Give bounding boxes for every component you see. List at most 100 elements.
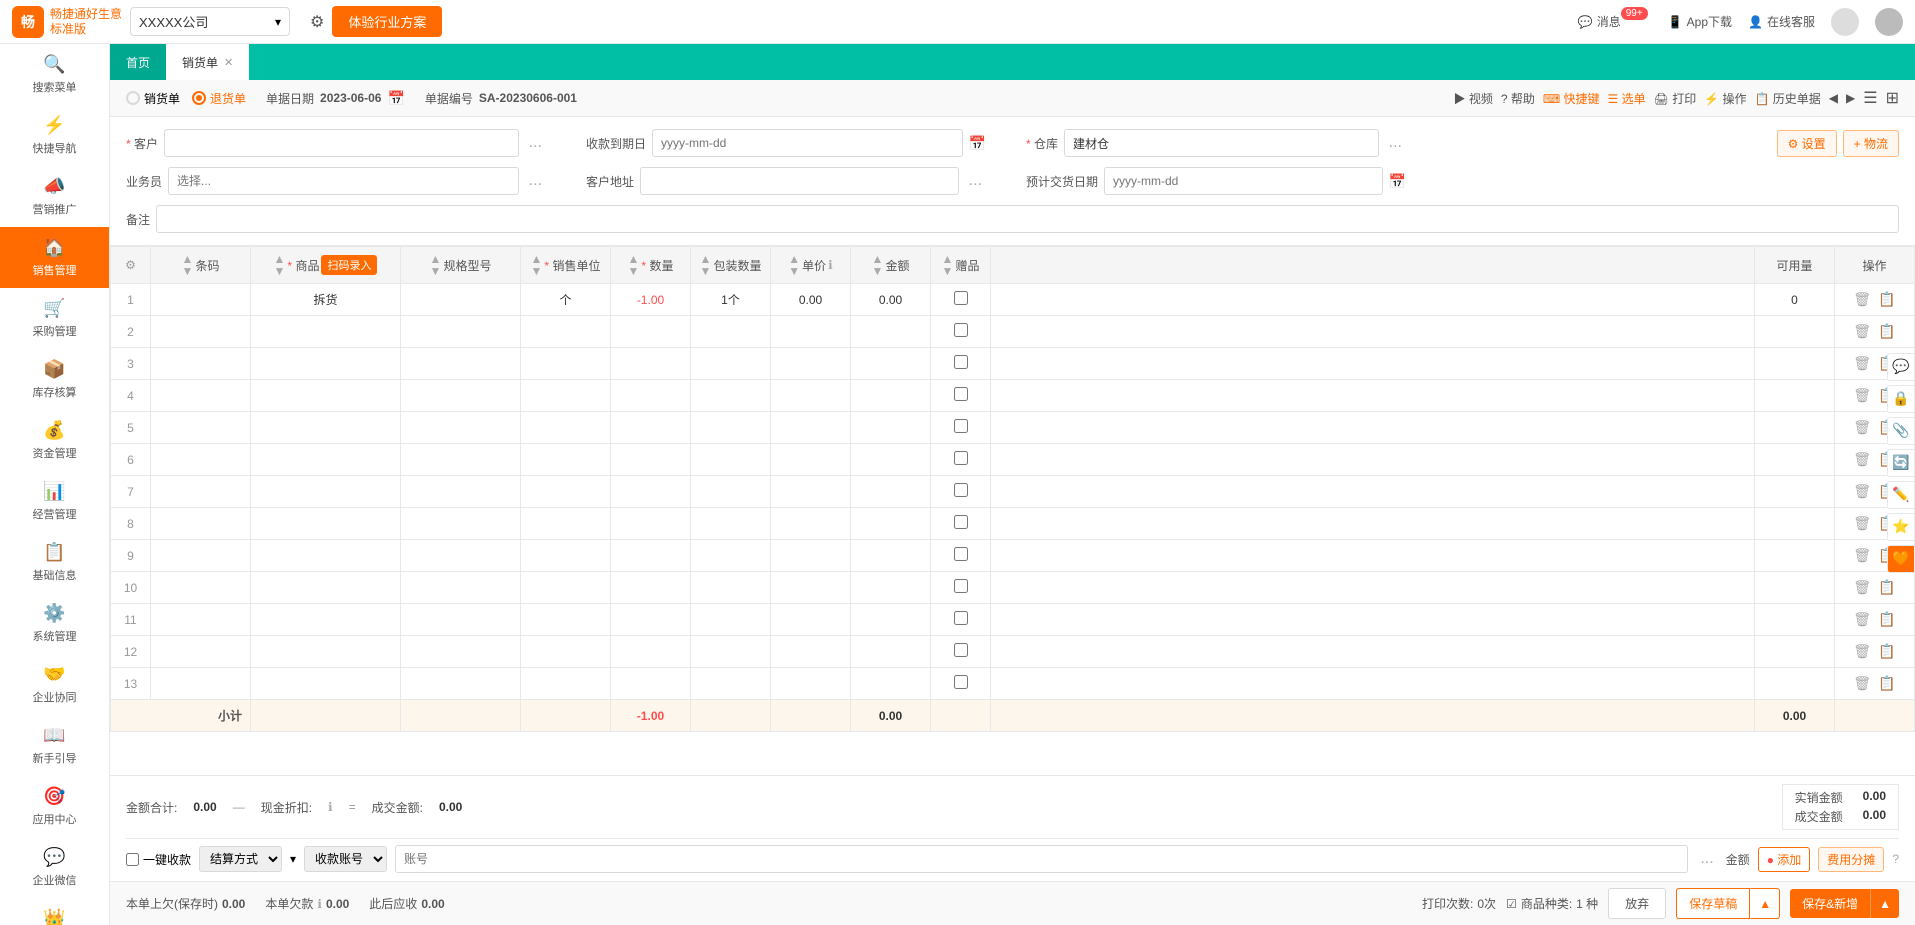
tab-home[interactable]: 首页 — [110, 44, 166, 80]
row-barcode[interactable] — [151, 508, 251, 540]
copy-row-btn[interactable]: 📋 — [1876, 291, 1897, 307]
row-qty[interactable] — [611, 476, 691, 508]
account-select[interactable]: 收款账号 — [304, 846, 387, 872]
row-gift[interactable] — [931, 380, 991, 412]
row-amount[interactable] — [851, 604, 931, 636]
setting-btn[interactable]: ⚙ 设置 — [1777, 130, 1837, 157]
save-new-arrow-btn[interactable]: ▲ — [1870, 889, 1899, 918]
trial-button[interactable]: 体验行业方案 — [332, 6, 442, 37]
row-unit[interactable] — [521, 476, 611, 508]
delivery-date-input[interactable] — [1104, 167, 1383, 195]
row-price[interactable] — [771, 636, 851, 668]
row-pkg-qty[interactable] — [691, 380, 771, 412]
one-click-payment[interactable]: 一键收款 — [126, 851, 191, 868]
row-pkg-qty[interactable] — [691, 316, 771, 348]
row-pkg-qty[interactable] — [691, 668, 771, 700]
row-unit[interactable] — [521, 316, 611, 348]
row-amount[interactable] — [851, 444, 931, 476]
sidebar-item-newbie[interactable]: 📖 新手引导 — [0, 715, 109, 776]
row-qty[interactable] — [611, 668, 691, 700]
row-amount[interactable] — [851, 508, 931, 540]
app-download-btn[interactable]: 📱 App下载 — [1668, 13, 1732, 30]
sidebar-item-search[interactable]: 🔍 搜索菜单 — [0, 44, 109, 105]
row-unit[interactable] — [521, 380, 611, 412]
row-amount[interactable] — [851, 316, 931, 348]
row-gift[interactable] — [931, 572, 991, 604]
row-spec[interactable] — [401, 412, 521, 444]
row-unit[interactable]: 个 — [521, 284, 611, 316]
calc-method-select[interactable]: 结算方式 — [199, 846, 282, 872]
row-barcode[interactable] — [151, 604, 251, 636]
row-goods[interactable] — [251, 316, 401, 348]
operation-btn[interactable]: ⚡ 操作 — [1704, 90, 1746, 107]
right-panel-star-btn[interactable]: ⭐ — [1887, 513, 1915, 541]
goods-type-checkbox[interactable]: ☑ — [1506, 897, 1517, 911]
right-panel-orange-btn[interactable]: 🧡 — [1887, 545, 1915, 573]
row-pkg-qty[interactable] — [691, 476, 771, 508]
delete-row-btn[interactable]: 🗑 — [1851, 675, 1873, 691]
row-goods[interactable] — [251, 476, 401, 508]
company-selector[interactable]: XXXXX公司 ▾ — [130, 7, 290, 36]
delete-row-btn[interactable]: 🗑 — [1851, 451, 1873, 467]
right-panel-edit-btn[interactable]: ✏️ — [1887, 481, 1915, 509]
row-amount[interactable] — [851, 668, 931, 700]
right-panel-refresh-btn[interactable]: 🔄 — [1887, 449, 1915, 477]
radio-return[interactable]: 退货单 — [192, 90, 246, 107]
video-btn[interactable]: ▶ 视频 — [1454, 90, 1493, 107]
row-spec[interactable] — [401, 316, 521, 348]
row-goods[interactable] — [251, 668, 401, 700]
row-goods[interactable] — [251, 444, 401, 476]
right-panel-attach-btn[interactable]: 📎 — [1887, 417, 1915, 445]
row-goods[interactable] — [251, 412, 401, 444]
row-barcode[interactable] — [151, 636, 251, 668]
print-btn[interactable]: 🖨 打印 — [1654, 90, 1697, 107]
logistics-btn[interactable]: + 物流 — [1843, 130, 1899, 157]
row-goods[interactable] — [251, 380, 401, 412]
row-unit[interactable] — [521, 412, 611, 444]
one-click-checkbox[interactable] — [126, 853, 139, 866]
row-goods[interactable] — [251, 540, 401, 572]
row-qty[interactable] — [611, 636, 691, 668]
row-qty[interactable] — [611, 348, 691, 380]
row-pkg-qty[interactable] — [691, 444, 771, 476]
row-pkg-qty[interactable] — [691, 412, 771, 444]
copy-row-btn[interactable]: 📋 — [1876, 579, 1897, 595]
row-gift[interactable] — [931, 476, 991, 508]
row-gift[interactable] — [931, 604, 991, 636]
row-qty[interactable] — [611, 316, 691, 348]
row-amount[interactable] — [851, 348, 931, 380]
collection-date-input[interactable] — [652, 129, 963, 157]
row-spec[interactable] — [401, 508, 521, 540]
discount-info-icon[interactable]: ℹ — [328, 800, 333, 814]
row-price[interactable] — [771, 380, 851, 412]
row-pkg-qty[interactable] — [691, 572, 771, 604]
message-btn[interactable]: 💬 消息 99+ — [1578, 13, 1652, 30]
delete-row-btn[interactable]: 🗑 — [1851, 579, 1873, 595]
delete-row-btn[interactable]: 🗑 — [1851, 483, 1873, 499]
row-gift[interactable] — [931, 636, 991, 668]
delete-row-btn[interactable]: 🗑 — [1851, 419, 1873, 435]
avatar[interactable] — [1831, 8, 1859, 36]
debit-info-icon[interactable]: ℹ — [317, 897, 322, 911]
row-pkg-qty[interactable] — [691, 540, 771, 572]
row-unit[interactable] — [521, 540, 611, 572]
sidebar-item-app-center[interactable]: 🎯 应用中心 — [0, 776, 109, 837]
sidebar-item-operation[interactable]: 📊 经营管理 — [0, 471, 109, 532]
row-goods[interactable] — [251, 348, 401, 380]
row-spec[interactable] — [401, 572, 521, 604]
row-goods[interactable]: 拆货 — [251, 284, 401, 316]
row-amount[interactable] — [851, 636, 931, 668]
calendar-icon[interactable]: 📅 — [387, 90, 404, 107]
avatar2[interactable] — [1875, 8, 1903, 36]
delete-row-btn[interactable]: 🗑 — [1851, 611, 1873, 627]
sidebar-item-sales[interactable]: 🏠 销售管理 — [0, 227, 109, 288]
row-price[interactable] — [771, 540, 851, 572]
delete-row-btn[interactable]: 🗑 — [1851, 291, 1873, 307]
row-barcode[interactable] — [151, 572, 251, 604]
collection-calendar-icon[interactable]: 📅 — [969, 135, 986, 152]
row-goods[interactable] — [251, 508, 401, 540]
row-price[interactable] — [771, 572, 851, 604]
row-pkg-qty[interactable] — [691, 604, 771, 636]
shortcut-btn[interactable]: ⌨ 快捷键 — [1543, 90, 1600, 107]
row-unit[interactable] — [521, 668, 611, 700]
